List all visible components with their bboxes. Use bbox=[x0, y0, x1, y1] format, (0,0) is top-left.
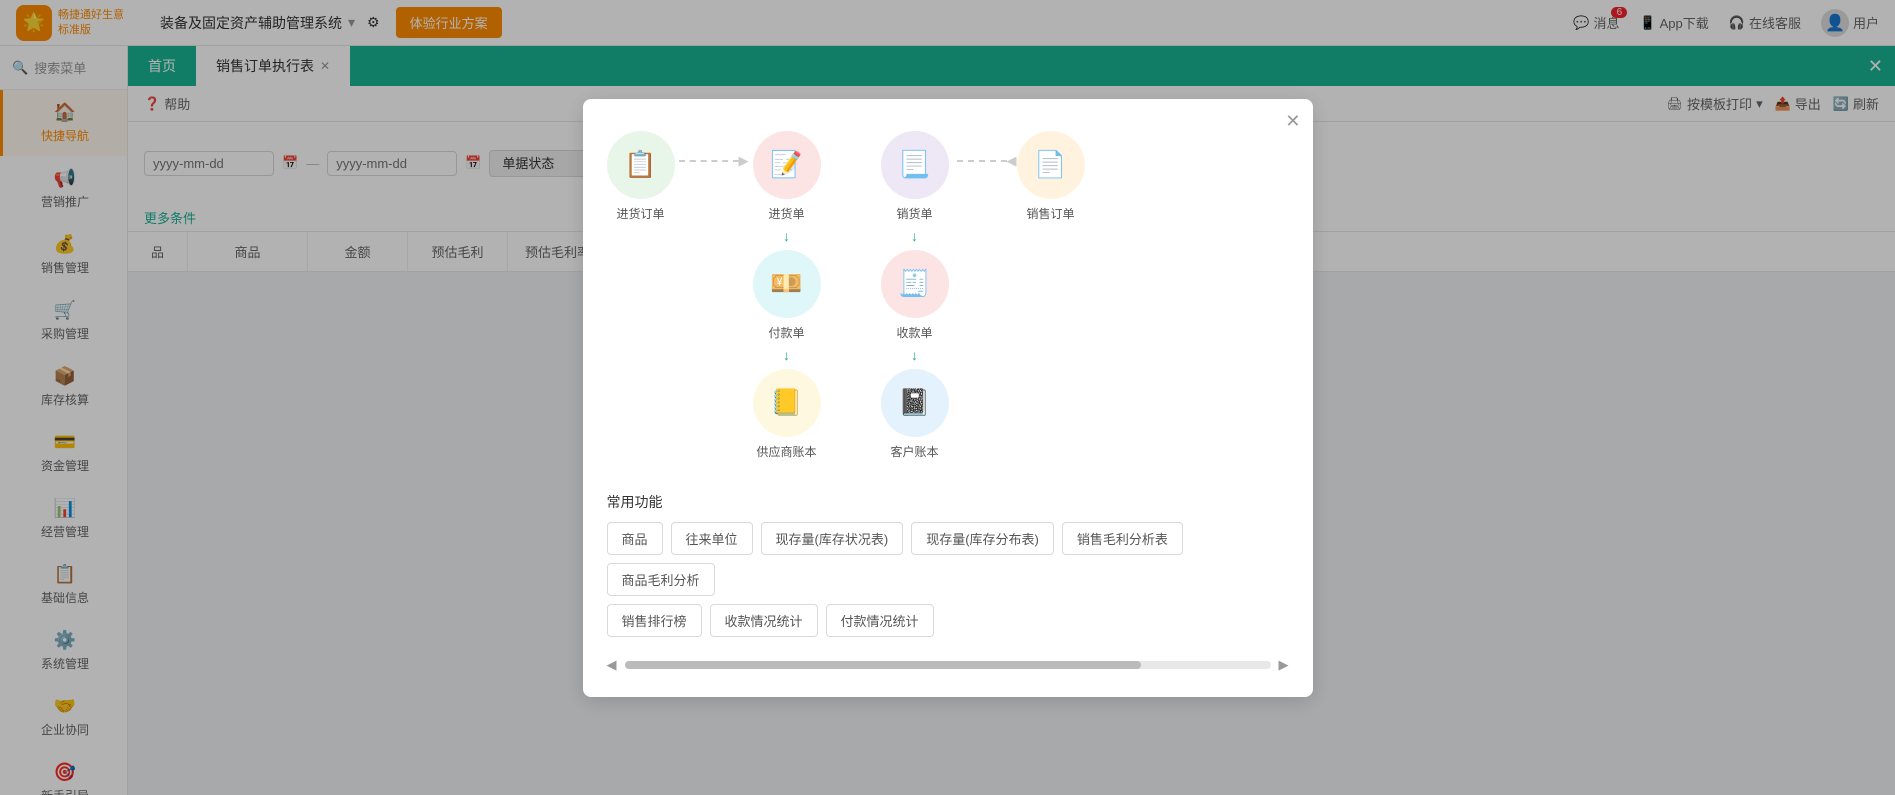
func-btn-sales-rank[interactable]: 销售排行榜 bbox=[607, 604, 702, 637]
func-btn-receipt-stats[interactable]: 收款情况统计 bbox=[710, 604, 818, 637]
node-purchase-bill-label: 进货单 bbox=[768, 205, 804, 222]
flow-col-salesorder: 📄 销售订单 bbox=[1017, 131, 1085, 222]
arrow-sales-to-salesorder: ◀ bbox=[957, 153, 1017, 169]
node-sales-bill[interactable]: 📃 销货单 bbox=[881, 131, 949, 222]
node-sales-bill-circle: 📃 bbox=[881, 131, 949, 199]
node-customer-book-label: 客户账本 bbox=[890, 443, 938, 460]
scroll-bar-area: ◀ ▶ bbox=[607, 657, 1289, 673]
node-receipt[interactable]: 🧾 收款单 bbox=[881, 250, 949, 341]
node-customer-book[interactable]: 📓 客户账本 bbox=[881, 369, 949, 460]
arrow-down-3: ↓ bbox=[911, 228, 918, 244]
node-purchase-order-circle: 📋 bbox=[607, 131, 675, 199]
node-purchase-order-label: 进货订单 bbox=[616, 205, 664, 222]
node-sales-order[interactable]: 📄 销售订单 bbox=[1017, 131, 1085, 222]
node-purchase-order[interactable]: 📋 进货订单 bbox=[607, 131, 675, 222]
arrow-left-1: ◀ bbox=[1007, 153, 1017, 169]
scroll-right-arrow[interactable]: ▶ bbox=[1279, 657, 1289, 673]
arrow-down-2: ↓ bbox=[783, 347, 790, 363]
node-sales-bill-label: 销货单 bbox=[896, 205, 932, 222]
arrow-purchase: ▶ bbox=[675, 153, 753, 169]
node-receipt-circle: 🧾 bbox=[881, 250, 949, 318]
func-btn-stock-dist[interactable]: 现存量(库存分布表) bbox=[911, 522, 1054, 555]
dashed-line-1 bbox=[679, 160, 739, 162]
node-payment-circle: 💴 bbox=[753, 250, 821, 318]
func-btn-goods-gross[interactable]: 商品毛利分析 bbox=[607, 563, 715, 596]
func-btn-sales-gross[interactable]: 销售毛利分析表 bbox=[1062, 522, 1183, 555]
scroll-thumb bbox=[625, 661, 1142, 669]
func-btn-payment-stats[interactable]: 付款情况统计 bbox=[826, 604, 934, 637]
flow-col-2: 📝 进货单 ↓ 💴 付款单 ↓ 📒 供应商账本 bbox=[753, 131, 821, 460]
scroll-track[interactable] bbox=[625, 661, 1271, 669]
func-btn-goods[interactable]: 商品 bbox=[607, 522, 663, 555]
dashed-line-2 bbox=[957, 160, 1007, 162]
flow-col-1: 📋 进货订单 bbox=[607, 131, 675, 222]
func-buttons-row2: 销售排行榜 收款情况统计 付款情况统计 bbox=[607, 604, 1289, 637]
func-btn-stock-status[interactable]: 现存量(库存状况表) bbox=[761, 522, 904, 555]
arrow-down-1: ↓ bbox=[783, 228, 790, 244]
flow-diagram: 📋 进货订单 ▶ 📝 进货单 ↓ 💴 付款单 ↓ bbox=[607, 123, 1289, 476]
func-btn-partner[interactable]: 往来单位 bbox=[671, 522, 753, 555]
arrow-right-1: ▶ bbox=[739, 153, 749, 169]
flow-col-3: 📃 销货单 ↓ 🧾 收款单 ↓ 📓 客户账本 bbox=[881, 131, 949, 460]
node-supplier-book-circle: 📒 bbox=[753, 369, 821, 437]
node-supplier-book-label: 供应商账本 bbox=[756, 443, 816, 460]
node-payment-label: 付款单 bbox=[768, 324, 804, 341]
node-sales-order-label: 销售订单 bbox=[1026, 205, 1074, 222]
node-purchase-bill[interactable]: 📝 进货单 bbox=[753, 131, 821, 222]
node-supplier-book[interactable]: 📒 供应商账本 bbox=[753, 369, 821, 460]
node-payment[interactable]: 💴 付款单 bbox=[753, 250, 821, 341]
node-receipt-label: 收款单 bbox=[896, 324, 932, 341]
arrow-down-4: ↓ bbox=[911, 347, 918, 363]
common-functions: 常用功能 商品 往来单位 现存量(库存状况表) 现存量(库存分布表) 销售毛利分… bbox=[607, 492, 1289, 637]
node-purchase-bill-circle: 📝 bbox=[753, 131, 821, 199]
modal-close-button[interactable]: ✕ bbox=[1285, 111, 1300, 132]
common-functions-title: 常用功能 bbox=[607, 492, 1289, 512]
node-sales-order-circle: 📄 bbox=[1017, 131, 1085, 199]
modal-overlay[interactable]: ✕ 📋 进货订单 ▶ 📝 进货单 ↓ bbox=[0, 0, 1895, 795]
node-customer-book-circle: 📓 bbox=[881, 369, 949, 437]
modal-dialog: ✕ 📋 进货订单 ▶ 📝 进货单 ↓ bbox=[583, 99, 1313, 697]
scroll-left-arrow[interactable]: ◀ bbox=[607, 657, 617, 673]
func-buttons-row1: 商品 往来单位 现存量(库存状况表) 现存量(库存分布表) 销售毛利分析表 商品… bbox=[607, 522, 1289, 596]
flow-col-4: ◀ bbox=[957, 131, 1017, 231]
